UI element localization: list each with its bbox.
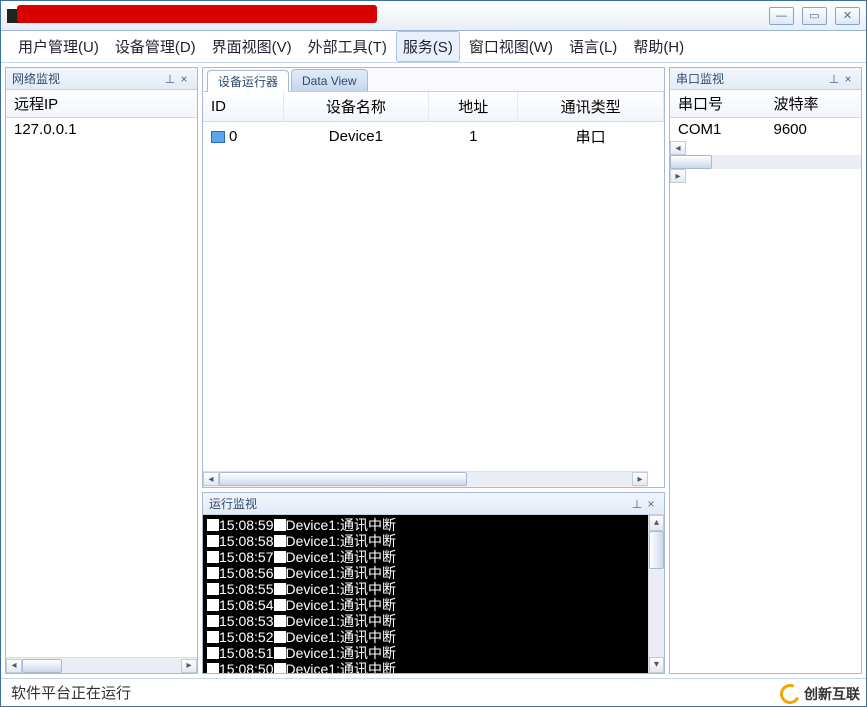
hscrollbar[interactable]: ◂ ▸ [6,657,197,673]
monitor-icon [211,131,225,143]
statusbar: 软件平台正在运行 创新互联 [1,678,866,706]
log-line: 15:08:57Device1:通讯中断 [207,549,660,565]
menu-user[interactable]: 用户管理(U) [11,31,106,62]
table-row[interactable]: 0 Device1 1 串口 [203,122,664,152]
scroll-right-icon[interactable]: ▸ [632,472,648,486]
vscrollbar[interactable]: ▴ ▾ [648,515,664,673]
col-commtype[interactable]: 通讯类型 [518,92,664,122]
menu-service[interactable]: 服务(S) [396,31,460,62]
tab-devices[interactable]: 设备运行器 [207,70,289,92]
workspace: 网络监视 ⊥ × 远程IP 127.0.0.1 ◂ ▸ [1,63,866,678]
cell-addr: 1 [429,122,518,152]
runlog-title: 运行监视 [209,495,257,512]
network-panel-header[interactable]: 网络监视 ⊥ × [6,68,197,90]
col-remote-ip[interactable]: 远程IP [6,90,197,118]
cell-id: 0 [229,128,237,145]
menu-lang[interactable]: 语言(L) [562,31,624,62]
titlebar[interactable]: — ▭ ✕ [1,1,866,31]
hscrollbar[interactable]: ◂ ▸ [670,141,861,183]
log-line: 15:08:52Device1:通讯中断 [207,629,660,645]
log-line: 15:08:54Device1:通讯中断 [207,597,660,613]
scroll-thumb[interactable] [670,155,712,169]
menubar: 用户管理(U) 设备管理(D) 界面视图(V) 外部工具(T) 服务(S) 窗口… [1,31,866,63]
cell-port: COM1 [670,118,766,142]
col-port[interactable]: 串口号 [670,90,766,118]
pin-icon[interactable]: ⊥ [163,72,177,86]
col-name[interactable]: 设备名称 [283,92,429,122]
cell-commtype: 串口 [518,122,664,152]
serial-panel: 串口监视 ⊥ × 串口号 波特率 COM1 9600 ◂ [669,67,862,674]
table-row: 127.0.0.1 [6,118,197,142]
log-line: 15:08:58Device1:通讯中断 [207,533,660,549]
cell-baud: 9600 [766,118,862,142]
close-icon[interactable]: × [177,72,191,86]
scroll-up-icon[interactable]: ▴ [649,515,664,531]
redacted-title [17,5,377,23]
log-line: 15:08:50Device1:通讯中断 [207,661,660,673]
menu-window[interactable]: 窗口视图(W) [462,31,560,62]
scroll-left-icon[interactable]: ◂ [670,141,686,155]
close-icon[interactable]: × [841,72,855,86]
brand-text: 创新互联 [804,684,860,704]
cell-ip[interactable]: 127.0.0.1 [6,118,197,142]
scroll-right-icon[interactable]: ▸ [181,659,197,673]
close-button[interactable]: ✕ [835,7,860,25]
table-row[interactable]: COM1 9600 [670,118,861,142]
maximize-button[interactable]: ▭ [802,7,827,25]
tabstrip: 设备运行器 Data View [203,68,664,92]
menu-view[interactable]: 界面视图(V) [205,31,299,62]
scroll-thumb[interactable] [22,659,62,673]
col-addr[interactable]: 地址 [429,92,518,122]
col-baud[interactable]: 波特率 [766,90,862,118]
menu-device[interactable]: 设备管理(D) [108,31,203,62]
log-line: 15:08:59Device1:通讯中断 [207,517,660,533]
scroll-down-icon[interactable]: ▾ [649,657,664,673]
devices-panel: 设备运行器 Data View ID 设备名称 地址 通讯类型 0 Devi [202,67,665,488]
serial-header[interactable]: 串口监视 ⊥ × [670,68,861,90]
center-area: 设备运行器 Data View ID 设备名称 地址 通讯类型 0 Devi [202,67,665,674]
cell-name: Device1 [283,122,429,152]
close-icon[interactable]: × [644,497,658,511]
scroll-thumb[interactable] [649,531,664,569]
status-text: 软件平台正在运行 [11,682,131,703]
scroll-left-icon[interactable]: ◂ [6,659,22,673]
menu-ext[interactable]: 外部工具(T) [301,31,394,62]
network-panel-title: 网络监视 [12,70,60,87]
scroll-right-icon[interactable]: ▸ [670,169,686,183]
tab-dataview[interactable]: Data View [291,69,367,91]
serial-title: 串口监视 [676,70,724,87]
network-table[interactable]: 远程IP 127.0.0.1 [6,90,197,141]
pin-icon[interactable]: ⊥ [827,72,841,86]
network-panel: 网络监视 ⊥ × 远程IP 127.0.0.1 ◂ ▸ [5,67,198,674]
log-console[interactable]: 15:08:59Device1:通讯中断15:08:58Device1:通讯中断… [203,515,664,673]
menu-help[interactable]: 帮助(H) [626,31,691,62]
log-line: 15:08:55Device1:通讯中断 [207,581,660,597]
scroll-thumb[interactable] [219,472,467,486]
log-line: 15:08:53Device1:通讯中断 [207,613,660,629]
log-line: 15:08:56Device1:通讯中断 [207,565,660,581]
brand-logo-icon [780,684,800,704]
pin-icon[interactable]: ⊥ [630,497,644,511]
brand-badge: 创新互联 [780,684,860,704]
runlog-header[interactable]: 运行监视 ⊥ × [203,493,664,515]
runlog-panel: 运行监视 ⊥ × 15:08:59Device1:通讯中断15:08:58Dev… [202,492,665,674]
col-id[interactable]: ID [203,92,283,122]
devices-grid[interactable]: ID 设备名称 地址 通讯类型 0 Device1 1 串口 [203,92,664,487]
log-line: 15:08:51Device1:通讯中断 [207,645,660,661]
scroll-left-icon[interactable]: ◂ [203,472,219,486]
serial-table[interactable]: 串口号 波特率 COM1 9600 [670,90,861,141]
hscrollbar[interactable]: ◂ ▸ [203,471,648,487]
app-window: — ▭ ✕ 用户管理(U) 设备管理(D) 界面视图(V) 外部工具(T) 服务… [0,0,867,707]
minimize-button[interactable]: — [769,7,794,25]
